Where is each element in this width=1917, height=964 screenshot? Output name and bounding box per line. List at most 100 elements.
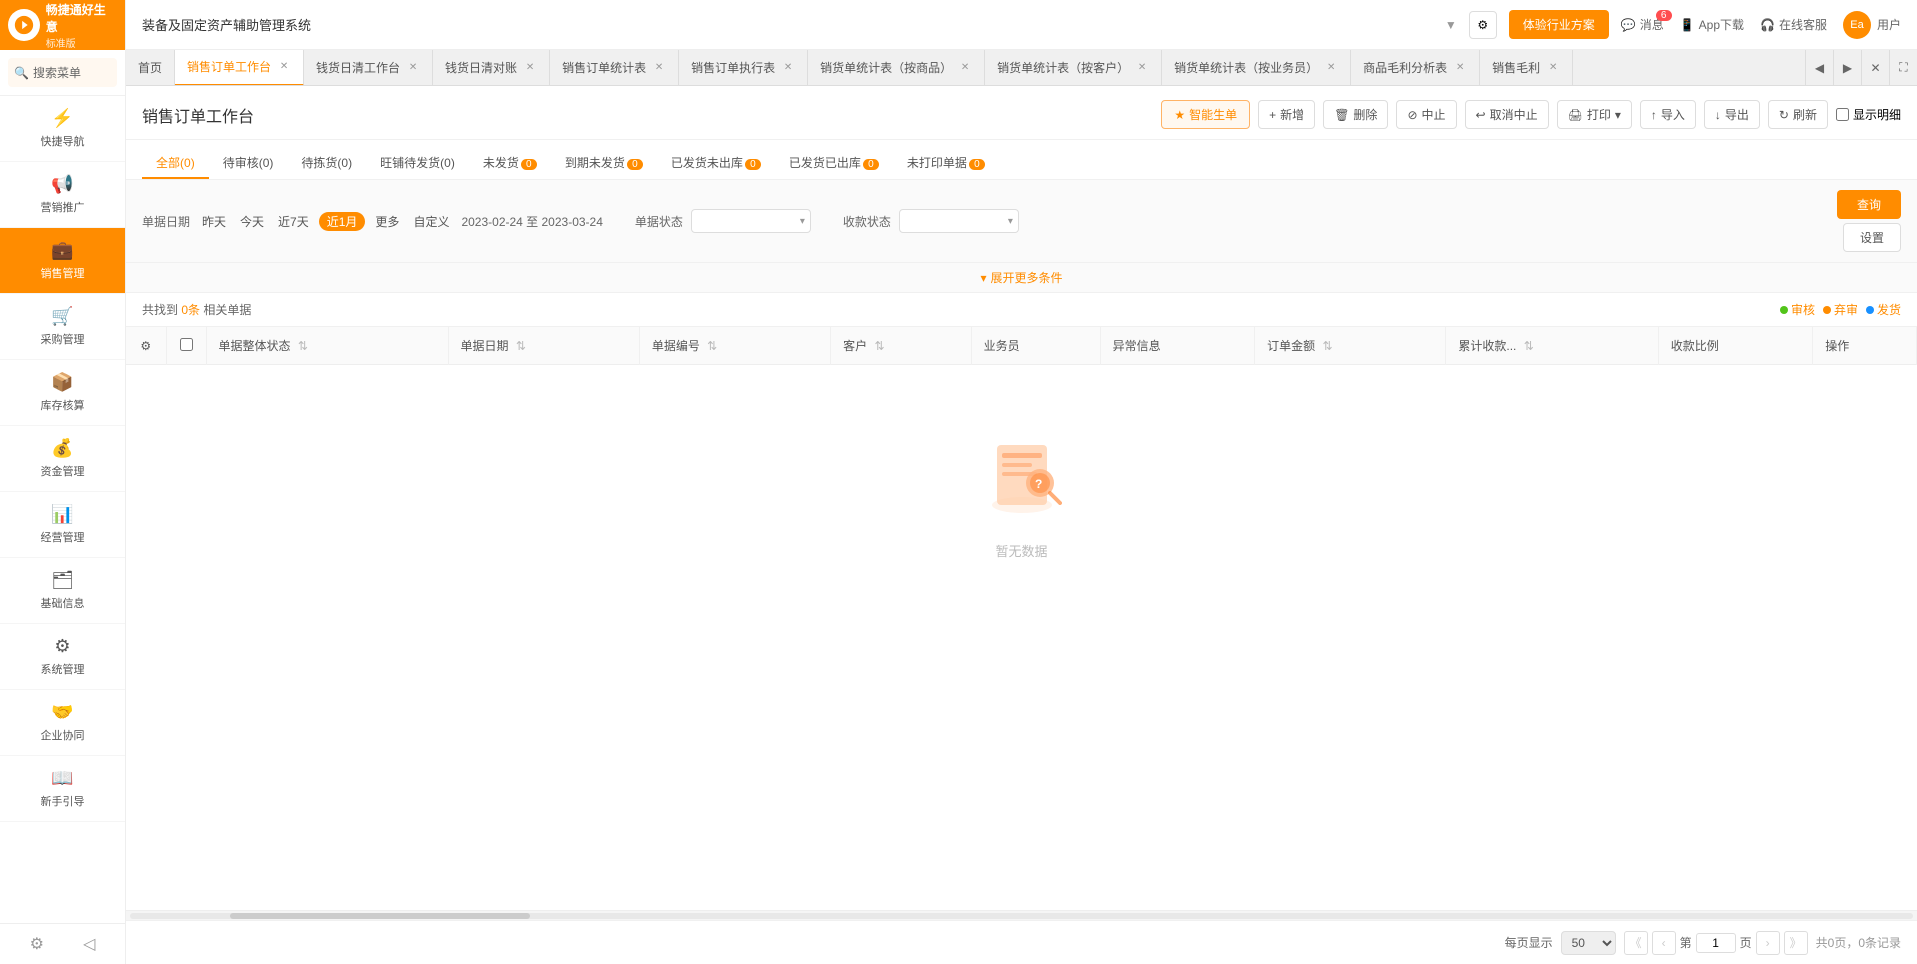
- tab-close-cash-reconcile[interactable]: ✕: [523, 61, 537, 75]
- online-service-link[interactable]: 🎧 在线客服: [1760, 16, 1827, 33]
- set-button[interactable]: 设置: [1843, 223, 1901, 252]
- date-opt-1month[interactable]: 近1月: [319, 212, 366, 231]
- tab-sales-order-workbench[interactable]: 销售订单工作台 ✕: [175, 50, 304, 86]
- smart-create-button[interactable]: ★ 智能生单: [1161, 100, 1250, 129]
- subtab-overdue-ship[interactable]: 到期未发货0: [551, 148, 657, 179]
- import-button[interactable]: ↑ 导入: [1640, 100, 1696, 129]
- cancel-stop-button[interactable]: ↩ 取消中止: [1465, 100, 1549, 129]
- subtab-not-shipped[interactable]: 未发货0: [469, 148, 551, 179]
- date-opt-more[interactable]: 更多: [371, 211, 403, 232]
- review-action-btn[interactable]: 审核: [1780, 301, 1815, 318]
- subtab-pending-inspect[interactable]: 待拣货(0): [287, 148, 366, 179]
- tab-close-sales-product[interactable]: ✕: [958, 61, 972, 75]
- tab-sales-stats-product[interactable]: 销货单统计表（按商品） ✕: [808, 50, 985, 86]
- empty-text: 暂无数据: [995, 541, 1047, 560]
- amount-sort-icon[interactable]: ⇅: [1322, 339, 1332, 353]
- unreviewed-action-btn[interactable]: 弃审: [1823, 301, 1858, 318]
- page-number-input[interactable]: [1696, 933, 1736, 953]
- refresh-button[interactable]: ↻ 刷新: [1768, 100, 1828, 129]
- gear-icon[interactable]: ⚙: [140, 339, 151, 353]
- tab-product-margin[interactable]: 商品毛利分析表 ✕: [1351, 50, 1480, 86]
- subtab-wangpu[interactable]: 旺铺待发货(0): [366, 148, 469, 179]
- order-status-select[interactable]: [691, 209, 811, 233]
- customer-sort-icon[interactable]: ⇅: [874, 339, 884, 353]
- add-button[interactable]: + 新增: [1258, 100, 1315, 129]
- number-sort-icon[interactable]: ⇅: [707, 339, 717, 353]
- subtab-pending-review[interactable]: 待审核(0): [209, 148, 288, 179]
- subtab-shipped-not-out[interactable]: 已发货未出库0: [657, 148, 775, 179]
- stop-button[interactable]: ⊘ 中止: [1396, 100, 1456, 129]
- trial-industry-button[interactable]: 体验行业方案: [1509, 10, 1609, 39]
- user-info[interactable]: Ea 用户: [1843, 11, 1901, 39]
- received-sort-icon[interactable]: ⇅: [1524, 339, 1534, 353]
- date-opt-today[interactable]: 今天: [236, 211, 268, 232]
- show-detail-checkbox[interactable]: [1836, 108, 1849, 121]
- show-detail-checkbox-label[interactable]: 显示明细: [1836, 106, 1901, 123]
- tab-cash-reconcile[interactable]: 钱货日清对账 ✕: [433, 50, 550, 86]
- per-page-select[interactable]: 50 10 20 100: [1561, 931, 1616, 955]
- tab-close-sales-order[interactable]: ✕: [277, 60, 291, 74]
- date-sort-icon[interactable]: ⇅: [516, 339, 526, 353]
- date-opt-yesterday[interactable]: 昨天: [198, 211, 230, 232]
- tab-close-margin[interactable]: ✕: [1453, 61, 1467, 75]
- query-button[interactable]: 查询: [1837, 190, 1901, 219]
- filter-area: 单据日期 昨天 今天 近7天 近1月 更多 自定义 2023-02-24 至 2…: [126, 180, 1917, 263]
- tab-sales-order-exec[interactable]: 销售订单执行表 ✕: [679, 50, 808, 86]
- tab-prev-button[interactable]: ◀: [1805, 50, 1833, 86]
- status-sort-icon[interactable]: ⇅: [298, 339, 308, 353]
- tab-close-sales-stats[interactable]: ✕: [652, 61, 666, 75]
- sidebar-item-quick-nav[interactable]: ⚡ 快捷导航: [0, 96, 125, 162]
- tab-close-sales-staff[interactable]: ✕: [1324, 61, 1338, 75]
- tab-close-profit[interactable]: ✕: [1546, 61, 1560, 75]
- plus-icon: +: [1269, 108, 1276, 122]
- select-all-checkbox[interactable]: [180, 338, 193, 351]
- app-download-link[interactable]: 📱 App下载: [1680, 16, 1744, 33]
- date-opt-7days[interactable]: 近7天: [274, 211, 313, 232]
- page-prev-button[interactable]: ‹: [1652, 931, 1676, 955]
- tab-sales-order-stats[interactable]: 销售订单统计表 ✕: [550, 50, 679, 86]
- message-badge[interactable]: 💬 消息 6: [1621, 16, 1664, 33]
- page-next-button[interactable]: ›: [1756, 931, 1780, 955]
- sidebar-item-system[interactable]: ⚙ 系统管理: [0, 624, 125, 690]
- tab-sales-stats-staff[interactable]: 销货单统计表（按业务员） ✕: [1162, 50, 1351, 86]
- expand-conditions-button[interactable]: ▾ 展开更多条件: [980, 269, 1062, 286]
- record-count-label: 共找到 0条 相关单据: [142, 301, 251, 318]
- tab-home[interactable]: 首页: [126, 50, 175, 86]
- tab-sales-stats-customer[interactable]: 销货单统计表（按客户） ✕: [985, 50, 1162, 86]
- sidebar-item-purchase-mgmt[interactable]: 🛒 采购管理: [0, 294, 125, 360]
- sidebar-item-sales-mgmt[interactable]: 💼 销售管理: [0, 228, 125, 294]
- tab-close-cash-daily[interactable]: ✕: [406, 61, 420, 75]
- tab-close-all-button[interactable]: ✕: [1861, 50, 1889, 86]
- search-menu-button[interactable]: 🔍 搜索菜单: [8, 58, 117, 87]
- tab-close-sales-exec[interactable]: ✕: [781, 61, 795, 75]
- subtab-all[interactable]: 全部(0): [142, 148, 209, 179]
- page-first-button[interactable]: 《: [1624, 931, 1648, 955]
- subtab-shipped-out[interactable]: 已发货已出库0: [775, 148, 893, 179]
- collapse-icon[interactable]: ◁: [83, 934, 95, 954]
- subtab-not-printed[interactable]: 未打印单据0: [893, 148, 999, 179]
- tab-next-button[interactable]: ▶: [1833, 50, 1861, 86]
- tab-sales-profit[interactable]: 销售毛利 ✕: [1480, 50, 1573, 86]
- delete-button[interactable]: 🗑 删除: [1323, 100, 1388, 129]
- date-options: 昨天 今天 近7天 近1月 更多 自定义: [198, 211, 453, 232]
- sidebar-item-enterprise[interactable]: 🤝 企业协同: [0, 690, 125, 756]
- payment-status-select[interactable]: [899, 209, 1019, 233]
- tab-close-sales-customer[interactable]: ✕: [1135, 61, 1149, 75]
- print-button[interactable]: 🖨 打印 ▾: [1557, 100, 1632, 129]
- export-button[interactable]: ↓ 导出: [1704, 100, 1760, 129]
- tab-cash-daily[interactable]: 钱货日清工作台 ✕: [304, 50, 433, 86]
- sidebar-item-basic-info[interactable]: 🗂 基础信息: [0, 558, 125, 624]
- settings-footer-icon[interactable]: ⚙: [30, 934, 44, 954]
- sidebar-item-operations[interactable]: 📊 经营管理: [0, 492, 125, 558]
- settings-button[interactable]: ⚙: [1469, 11, 1497, 39]
- scrollbar-thumb[interactable]: [230, 913, 530, 919]
- sidebar-item-marketing[interactable]: 📢 营销推广: [0, 162, 125, 228]
- date-opt-custom[interactable]: 自定义: [409, 211, 453, 232]
- horizontal-scrollbar[interactable]: [126, 910, 1917, 920]
- page-last-button[interactable]: 》: [1784, 931, 1808, 955]
- sidebar-item-finance[interactable]: 💰 资金管理: [0, 426, 125, 492]
- sidebar-item-newbie[interactable]: 📖 新手引导: [0, 756, 125, 822]
- ship-action-btn[interactable]: 发货: [1866, 301, 1901, 318]
- tab-fullscreen-button[interactable]: ⛶: [1889, 50, 1917, 86]
- sidebar-item-inventory[interactable]: 📦 库存核算: [0, 360, 125, 426]
